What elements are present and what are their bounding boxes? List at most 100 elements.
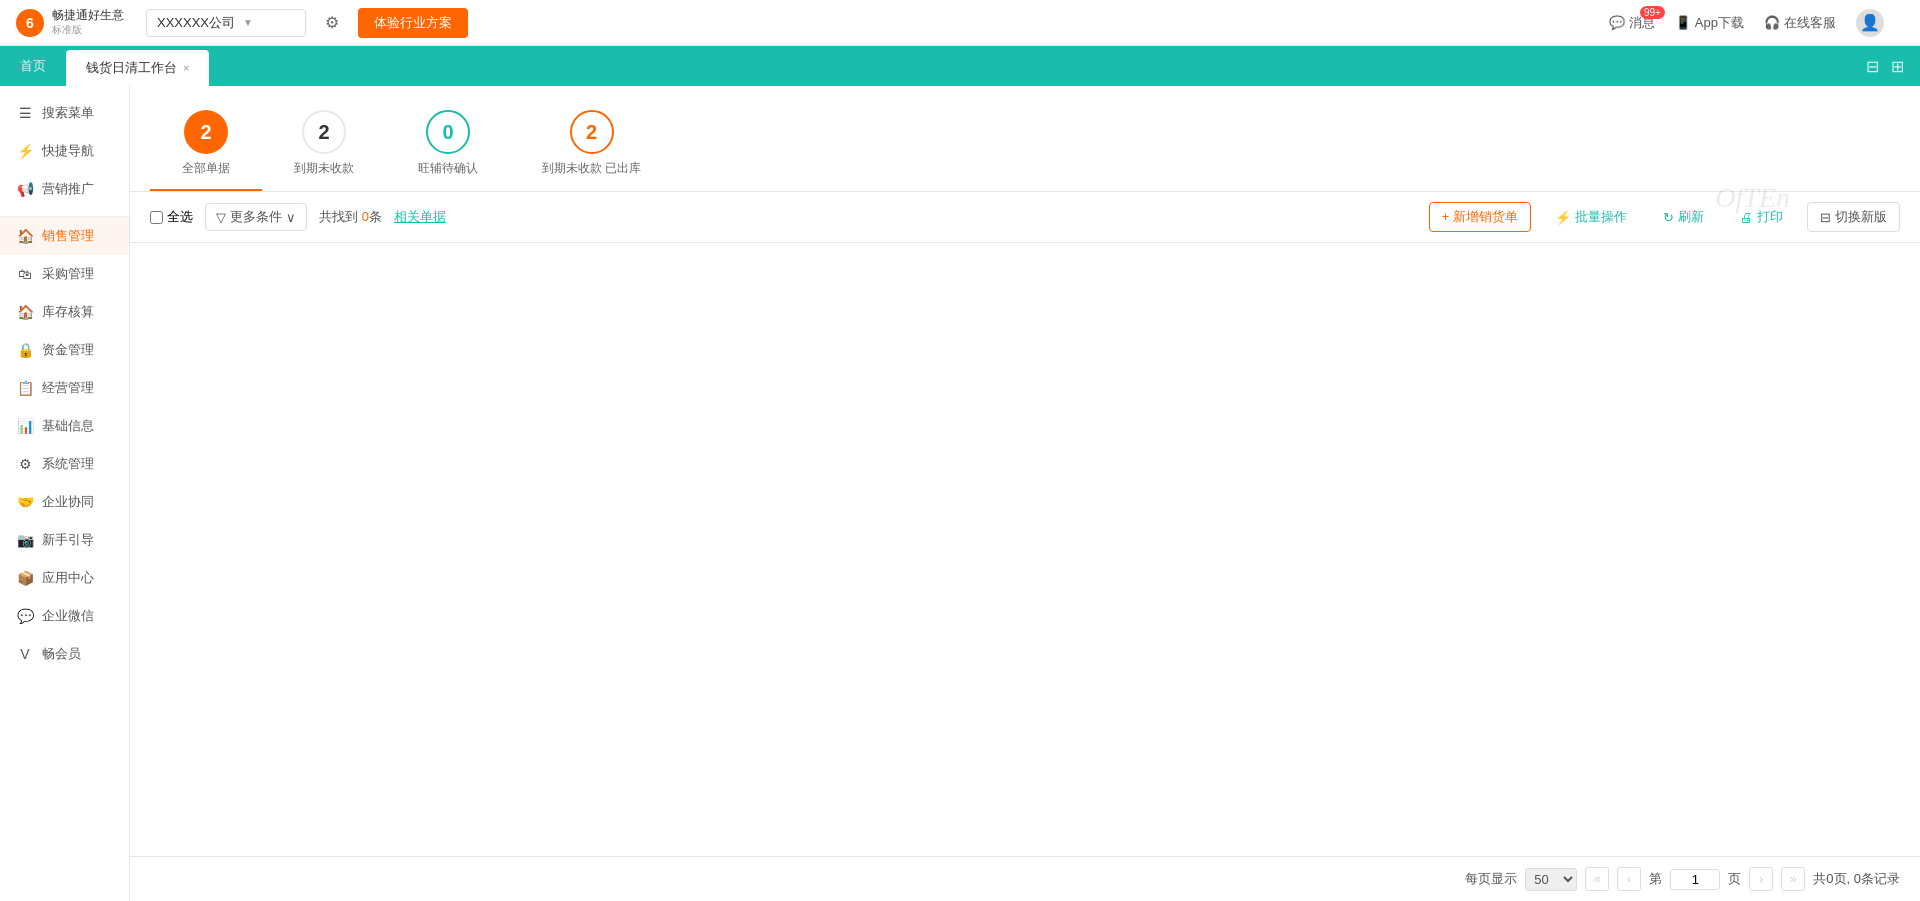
member-icon: V (16, 646, 34, 662)
online-service-label: 在线客服 (1784, 14, 1836, 32)
sidebar-cooperation-label: 企业协同 (42, 493, 94, 511)
service-icon: 🎧 (1764, 15, 1780, 30)
filter-button[interactable]: ▽ 更多条件 ∨ (205, 203, 307, 231)
sidebar: ☰ 搜索菜单 ⚡ 快捷导航 📢 营销推广 🏠 销售管理 🛍 采购管理 🏠 库存核… (0, 86, 130, 901)
per-page-select[interactable]: 20 50 100 (1525, 868, 1577, 891)
sidebar-basic-info-label: 基础信息 (42, 417, 94, 435)
stat-label-overdue-unpaid: 到期未收款 (294, 160, 354, 177)
tab-active[interactable]: 钱货日清工作台 × (66, 50, 209, 86)
refresh-label: 刷新 (1678, 208, 1704, 226)
toolbar-right: + 新增销货单 ⚡ 批量操作 ↻ 刷新 🖨 打印 ⊟ 切换新版 (1429, 202, 1900, 232)
sidebar-item-quick-nav[interactable]: ⚡ 快捷导航 (0, 132, 129, 170)
sidebar-item-system[interactable]: ⚙ 系统管理 (0, 445, 129, 483)
sidebar-item-wechat[interactable]: 💬 企业微信 (0, 597, 129, 635)
online-service-item[interactable]: 🎧 在线客服 (1764, 14, 1836, 32)
found-count: 0 (362, 209, 369, 224)
toolbar-left: 全选 ▽ 更多条件 ∨ 共找到 0条 相关单据 (150, 203, 1417, 231)
next-page-btn[interactable]: › (1749, 867, 1773, 891)
total-records: 共0页, 0条记录 (1813, 870, 1900, 888)
messages-badge: 99+ (1640, 6, 1665, 19)
sidebar-member-label: 畅会员 (42, 645, 81, 663)
sidebar-item-sales[interactable]: 🏠 销售管理 (0, 217, 129, 255)
found-text: 共找到 0条 (319, 208, 382, 226)
tab-home[interactable]: 首页 (0, 46, 66, 86)
sidebar-item-marketing[interactable]: 📢 营销推广 (0, 170, 129, 208)
tab-collapse-btn[interactable]: ⊟ (1866, 57, 1879, 76)
sidebar-item-search-menu[interactable]: ☰ 搜索菜单 (0, 94, 129, 132)
sidebar-finance-label: 资金管理 (42, 341, 94, 359)
experience-button[interactable]: 体验行业方案 (358, 8, 468, 38)
content-area: 2 全部单据 2 到期未收款 0 旺辅待确认 2 到期未收款 已出库 全选 (130, 86, 1920, 901)
batch-op-button[interactable]: ⚡ 批量操作 (1543, 203, 1639, 231)
batch-op-label: 批量操作 (1575, 208, 1627, 226)
tab-expand-btn[interactable]: ⊞ (1891, 57, 1904, 76)
sidebar-item-cooperation[interactable]: 🤝 企业协同 (0, 483, 129, 521)
page-input[interactable] (1670, 869, 1720, 890)
app-download-item[interactable]: 📱 App下载 (1675, 14, 1744, 32)
company-selector[interactable]: XXXXXX公司 ▼ (146, 9, 306, 37)
stat-tab-all[interactable]: 2 全部单据 (150, 102, 262, 191)
pagination-bar: 每页显示 20 50 100 « ‹ 第 页 › » 共0页, 0条记录 (130, 856, 1920, 901)
sidebar-item-basic-info[interactable]: 📊 基础信息 (0, 407, 129, 445)
stats-tabs: 2 全部单据 2 到期未收款 0 旺辅待确认 2 到期未收款 已出库 (130, 86, 1920, 192)
refresh-icon: ↻ (1663, 210, 1674, 225)
stat-num-all: 2 (184, 110, 228, 154)
stat-tab-wangwang[interactable]: 0 旺辅待确认 (386, 102, 510, 191)
sidebar-marketing-label: 营销推广 (42, 180, 94, 198)
sidebar-item-operations[interactable]: 📋 经营管理 (0, 369, 129, 407)
sidebar-operations-label: 经营管理 (42, 379, 94, 397)
marketing-icon: 📢 (16, 181, 34, 197)
last-page-btn[interactable]: » (1781, 867, 1805, 891)
messages-item[interactable]: 💬 消息 99+ (1609, 14, 1655, 32)
sidebar-wechat-label: 企业微信 (42, 607, 94, 625)
sidebar-item-guide[interactable]: 📷 新手引导 (0, 521, 129, 559)
page-prefix: 第 (1649, 870, 1662, 888)
found-unit: 条 (369, 209, 382, 224)
app-download-label: App下载 (1695, 14, 1744, 32)
sidebar-item-finance[interactable]: 🔒 资金管理 (0, 331, 129, 369)
sidebar-item-inventory[interactable]: 🏠 库存核算 (0, 293, 129, 331)
print-button[interactable]: 🖨 打印 (1728, 203, 1795, 231)
system-icon: ⚙ (16, 456, 34, 472)
filter-label: 更多条件 (230, 208, 282, 226)
operations-icon: 📋 (16, 380, 34, 396)
prev-page-btn[interactable]: ‹ (1617, 867, 1641, 891)
logo-icon: 6 (16, 9, 44, 37)
stat-label-overdue-unshipped: 到期未收款 已出库 (542, 160, 641, 177)
sidebar-item-app-center[interactable]: 📦 应用中心 (0, 559, 129, 597)
stat-tab-overdue-unshipped[interactable]: 2 到期未收款 已出库 (510, 102, 673, 191)
empty-state (130, 243, 1920, 856)
filter-icon: ▽ (216, 210, 226, 225)
select-all-checkbox[interactable] (150, 211, 163, 224)
stat-tab-overdue-unpaid[interactable]: 2 到期未收款 (262, 102, 386, 191)
sidebar-inventory-label: 库存核算 (42, 303, 94, 321)
filter-chevron: ∨ (286, 210, 296, 225)
logo-name: 畅捷通好生意 (52, 8, 124, 24)
basic-info-icon: 📊 (16, 418, 34, 434)
top-bar: 6 畅捷通好生意 标准版 XXXXXX公司 ▼ ⚙ 体验行业方案 💬 消息 99… (0, 0, 1920, 46)
cooperation-icon: 🤝 (16, 494, 34, 510)
sales-icon: 🏠 (16, 228, 34, 244)
refresh-button[interactable]: ↻ 刷新 (1651, 203, 1716, 231)
stat-num-wangwang: 0 (426, 110, 470, 154)
sidebar-item-member[interactable]: V 畅会员 (0, 635, 129, 673)
company-name: XXXXXX公司 (157, 14, 235, 32)
switch-version-button[interactable]: ⊟ 切换新版 (1807, 202, 1900, 232)
tab-close-icon[interactable]: × (183, 62, 189, 74)
add-sale-button[interactable]: + 新增销货单 (1429, 202, 1531, 232)
found-link[interactable]: 相关单据 (394, 208, 446, 226)
sidebar-item-purchase[interactable]: 🛍 采购管理 (0, 255, 129, 293)
sidebar-system-label: 系统管理 (42, 455, 94, 473)
select-all-label[interactable]: 全选 (150, 208, 193, 226)
user-avatar[interactable]: 👤 (1856, 9, 1884, 37)
found-prefix: 共找到 (319, 209, 358, 224)
tab-bar-right: ⊟ ⊞ (1866, 46, 1920, 86)
switch-version-icon: ⊟ (1820, 210, 1831, 225)
sidebar-quick-nav-label: 快捷导航 (42, 142, 94, 160)
stat-num-overdue-unshipped: 2 (570, 110, 614, 154)
first-page-btn[interactable]: « (1585, 867, 1609, 891)
settings-icon[interactable]: ⚙ (318, 9, 346, 37)
sidebar-top: ☰ 搜索菜单 ⚡ 快捷导航 📢 营销推广 (0, 86, 129, 217)
main-layout: ☰ 搜索菜单 ⚡ 快捷导航 📢 营销推广 🏠 销售管理 🛍 采购管理 🏠 库存核… (0, 86, 1920, 901)
print-icon: 🖨 (1740, 210, 1753, 225)
